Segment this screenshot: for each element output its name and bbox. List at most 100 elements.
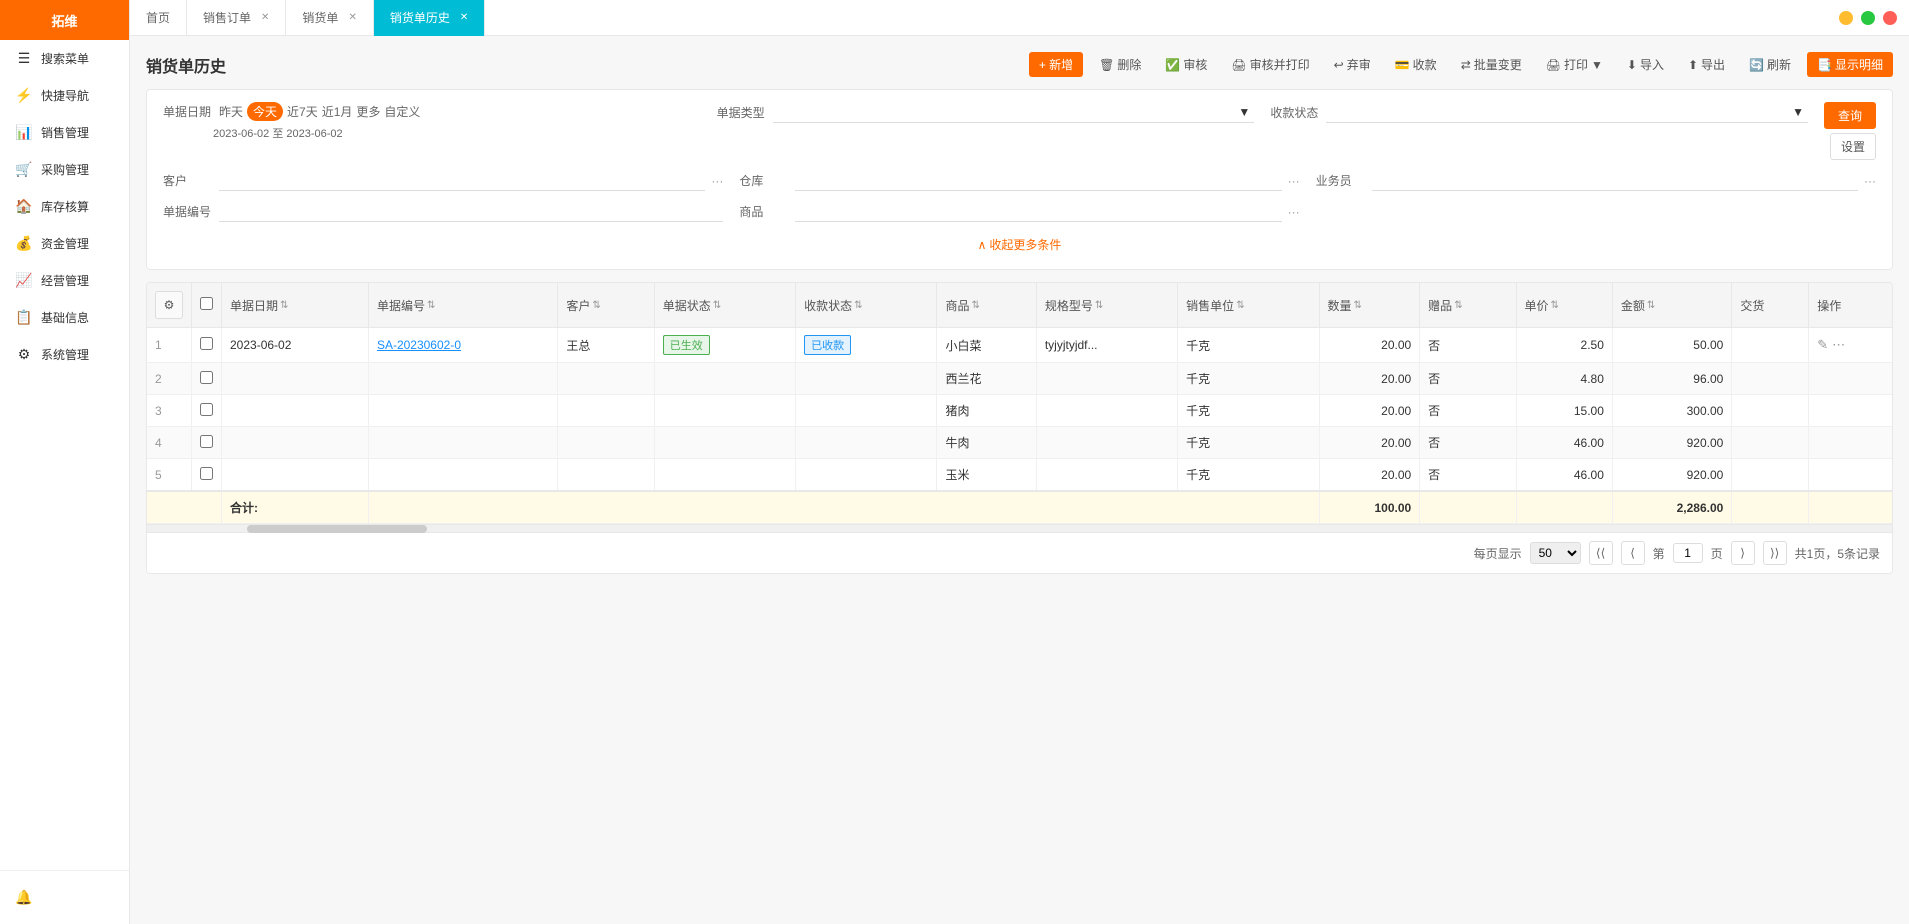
sales-unit-col-header[interactable]: 销售单位⇅: [1178, 283, 1319, 328]
page-input[interactable]: [1673, 543, 1703, 563]
query-button[interactable]: 查询: [1824, 102, 1876, 129]
row-checkbox-2[interactable]: [200, 371, 213, 384]
date-shortcut-1month[interactable]: 近1月: [322, 103, 353, 120]
checkbox-col-header[interactable]: [192, 283, 222, 328]
amount-col-header[interactable]: 金额⇅: [1612, 283, 1731, 328]
abandon-button[interactable]: ↩ 弃审: [1326, 52, 1379, 77]
customer-dots[interactable]: ···: [711, 174, 723, 188]
export-button[interactable]: ⬆ 导出: [1680, 52, 1733, 77]
product-input[interactable]: [795, 201, 1281, 222]
tab-sales-history[interactable]: 销货单历史 ✕: [374, 0, 485, 36]
minimize-button[interactable]: [1839, 11, 1853, 25]
review-button[interactable]: ✅ 审核: [1157, 52, 1215, 77]
table-settings-gear[interactable]: ⚙: [155, 291, 183, 319]
tab-home[interactable]: 首页: [130, 0, 187, 36]
row-checkbox-5[interactable]: [200, 467, 213, 480]
collection-status-col-header[interactable]: 收款状态⇅: [796, 283, 937, 328]
salesperson-input[interactable]: [1372, 170, 1858, 191]
per-page-select[interactable]: 50 100 200: [1530, 542, 1581, 564]
inventory-icon: 🏠: [15, 198, 33, 215]
row-checkbox-1[interactable]: [200, 337, 213, 350]
gift-col-header[interactable]: 赠品⇅: [1420, 283, 1516, 328]
sidebar-item-purchase-mgmt[interactable]: 🛒 采购管理: [0, 151, 129, 188]
salesperson-dots[interactable]: ···: [1864, 174, 1876, 188]
delete-button[interactable]: 🗑 删除: [1091, 52, 1149, 77]
warehouse-input[interactable]: [795, 170, 1281, 191]
prev-page-button[interactable]: ⟨: [1621, 541, 1645, 565]
table-cell: 牛肉: [937, 427, 1036, 459]
doc-type-select[interactable]: ▼: [773, 102, 1255, 123]
date-shortcut-more[interactable]: 更多: [356, 103, 380, 120]
import-button[interactable]: ⬇ 导入: [1619, 52, 1672, 77]
sidebar-logo: 拓维: [0, 0, 129, 40]
maximize-button[interactable]: [1861, 11, 1875, 25]
tab-sales-goods[interactable]: 销货单 ✕: [286, 0, 373, 36]
sidebar-bottom-item1[interactable]: 🔔: [0, 879, 129, 916]
sidebar-item-system-mgmt[interactable]: ⚙ 系统管理: [0, 336, 129, 373]
row-checkbox-4[interactable]: [200, 435, 213, 448]
date-shortcut-yesterday[interactable]: 昨天: [219, 103, 243, 120]
tab-close-sales-history[interactable]: ✕: [460, 12, 468, 23]
review-print-button[interactable]: 🖨 审核并打印: [1223, 52, 1317, 77]
close-window-button[interactable]: [1883, 11, 1897, 25]
sidebar: 拓维 ☰ 搜索菜单 ⚡ 快捷导航 📊 销售管理 🛒 采购管理 🏠 库存核算 💰 …: [0, 0, 130, 924]
quantity-col-header[interactable]: 数量⇅: [1319, 283, 1420, 328]
date-range: 2023-06-02 至 2023-06-02: [213, 125, 343, 141]
customer-col-header[interactable]: 客户⇅: [558, 283, 654, 328]
page-label: 第: [1653, 545, 1665, 562]
date-shortcut-custom[interactable]: 自定义: [384, 103, 420, 120]
doc-status-col-header[interactable]: 单据状态⇅: [654, 283, 795, 328]
filter-settings-button[interactable]: 设置: [1830, 133, 1876, 160]
tab-close-sales-order[interactable]: ✕: [261, 12, 269, 23]
unit-price-col-header[interactable]: 单价⇅: [1516, 283, 1612, 328]
product-col-header[interactable]: 商品⇅: [937, 283, 1036, 328]
purchase-icon: 🛒: [15, 161, 33, 178]
next-page-button[interactable]: ⟩: [1731, 541, 1755, 565]
show-detail-button[interactable]: 📑 显示明细: [1807, 52, 1893, 77]
new-button[interactable]: + 新增: [1029, 52, 1083, 77]
sidebar-item-inventory-calc[interactable]: 🏠 库存核算: [0, 188, 129, 225]
table-cell: [796, 363, 937, 395]
doc-number-col-header[interactable]: 单据编号⇅: [368, 283, 557, 328]
collapse-up-icon: ∧: [978, 238, 987, 252]
sidebar-item-quick-nav[interactable]: ⚡ 快捷导航: [0, 77, 129, 114]
first-page-button[interactable]: ⟨⟨: [1589, 541, 1613, 565]
last-page-button[interactable]: ⟩⟩: [1763, 541, 1787, 565]
batch-change-button[interactable]: ⇄ 批量变更: [1453, 52, 1530, 77]
sidebar-item-sales-mgmt[interactable]: 📊 销售管理: [0, 114, 129, 151]
sidebar-item-finance-mgmt[interactable]: 💰 资金管理: [0, 225, 129, 262]
doc-number-input[interactable]: [219, 201, 723, 222]
table-cell: 20.00: [1319, 427, 1420, 459]
more-action-icon[interactable]: ⋯: [1832, 337, 1845, 353]
tab-sales-order[interactable]: 销售订单 ✕: [187, 0, 286, 36]
table-cell: [222, 395, 369, 427]
table-scrollbar[interactable]: [147, 524, 1892, 532]
table-cell: 20.00: [1319, 395, 1420, 427]
customer-input[interactable]: [219, 170, 705, 191]
sidebar-item-search-menu[interactable]: ☰ 搜索菜单: [0, 40, 129, 77]
scroll-thumb[interactable]: [247, 525, 427, 533]
tab-close-sales-goods[interactable]: ✕: [348, 12, 356, 23]
total-info: 共1页，5条记录: [1795, 545, 1880, 562]
table-cell: ✎⋯: [1809, 328, 1892, 363]
spec-type-col-header[interactable]: 规格型号⇅: [1036, 283, 1177, 328]
sidebar-item-basic-info[interactable]: 📋 基础信息: [0, 299, 129, 336]
collect-button[interactable]: 💳 收款: [1387, 52, 1445, 77]
row-checkbox-3[interactable]: [200, 403, 213, 416]
date-shortcut-7days[interactable]: 近7天: [287, 103, 318, 120]
date-shortcut-today[interactable]: 今天: [247, 102, 283, 121]
doc-date-col-header[interactable]: 单据日期⇅: [222, 283, 369, 328]
print-button[interactable]: 🖨 打印 ▼: [1538, 52, 1611, 77]
collapse-button[interactable]: ∧ 收起更多条件: [163, 232, 1876, 257]
doc-number-link[interactable]: SA-20230602-0: [377, 338, 461, 352]
edit-action-icon[interactable]: ✎: [1817, 337, 1828, 353]
select-all-checkbox[interactable]: [200, 297, 213, 310]
abandon-icon: ↩: [1334, 58, 1344, 72]
collection-status-select[interactable]: ▼: [1326, 102, 1808, 123]
warehouse-dots[interactable]: ···: [1288, 174, 1300, 188]
table-row: 4牛肉千克20.00否46.00920.00: [147, 427, 1892, 459]
sidebar-item-operation-mgmt[interactable]: 📈 经营管理: [0, 262, 129, 299]
settings-col-header[interactable]: ⚙: [147, 283, 192, 328]
product-dots[interactable]: ···: [1288, 205, 1300, 219]
refresh-button[interactable]: 🔄 刷新: [1741, 52, 1799, 77]
